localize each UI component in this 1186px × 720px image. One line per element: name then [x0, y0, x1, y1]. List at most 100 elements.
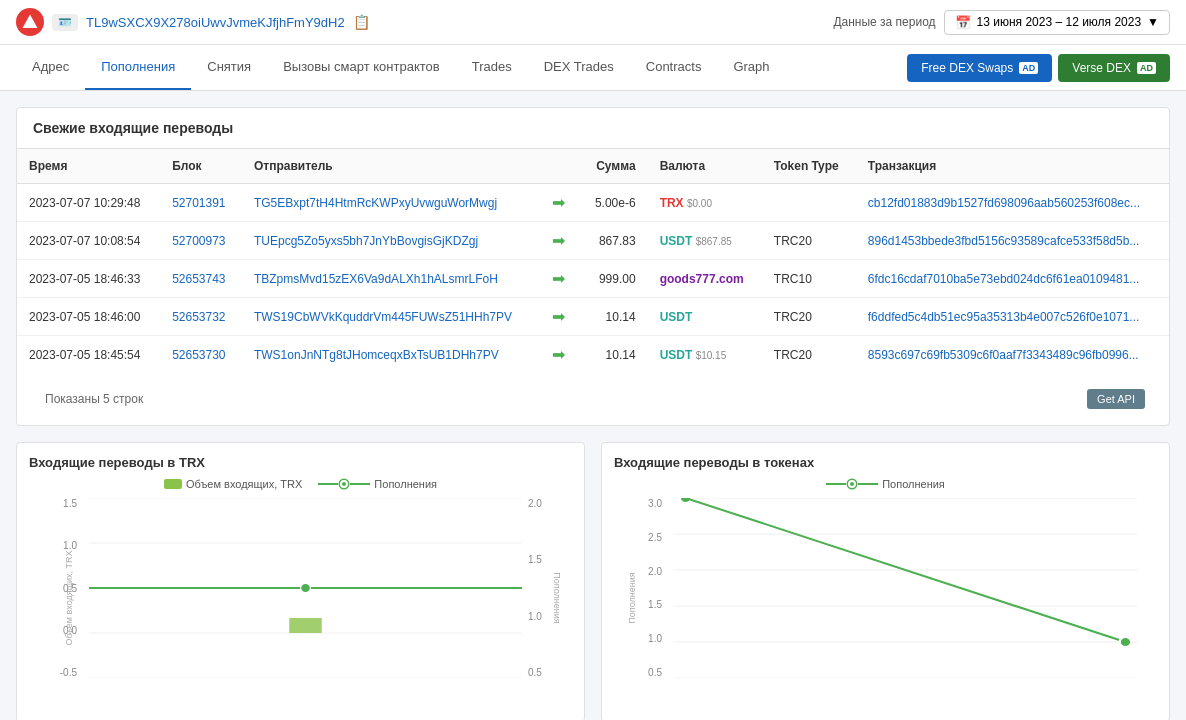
- cell-sender: TWS1onJnNTg8tJHomceqxBxTsUB1DHh7PV: [242, 336, 540, 374]
- header: 🪪 TL9wSXCX9X278oiUwvJvmeKJfjhFmY9dH2 📋 Д…: [0, 0, 1186, 45]
- legend-line-seg2: [350, 483, 370, 485]
- table-row: 2023-07-07 10:08:54 52700973 TUEpcg5Zo5y…: [17, 222, 1169, 260]
- cell-arrow: ➡: [540, 260, 579, 298]
- tab-smart-contracts[interactable]: Вызовы смарт контрактов: [267, 45, 456, 90]
- col-amount: Сумма: [579, 149, 647, 184]
- col-tx: Транзакция: [856, 149, 1169, 184]
- legend-line-label: Пополнения: [374, 478, 437, 490]
- cell-token-type: TRC10: [762, 260, 856, 298]
- tab-adres[interactable]: Адрес: [16, 45, 85, 90]
- date-range-button[interactable]: 📅 13 июня 2023 – 12 июля 2023 ▼: [944, 10, 1170, 35]
- logo-icon: [16, 8, 44, 36]
- tokens-chart-svg: [674, 498, 1137, 678]
- chart-trx-box: Входящие переводы в TRX Объем входящих, …: [16, 442, 585, 720]
- tab-contracts[interactable]: Contracts: [630, 45, 718, 90]
- cell-time: 2023-07-07 10:29:48: [17, 184, 160, 222]
- cell-sender: TG5EBxpt7tH4HtmRcKWPxyUvwguWorMwgj: [242, 184, 540, 222]
- free-dex-badge: AD: [1019, 62, 1038, 74]
- cell-currency: USDT $10.15: [648, 336, 762, 374]
- sender-link[interactable]: TWS19CbWVkKquddrVm445FUWsZ51HHh7PV: [254, 310, 512, 324]
- tx-link[interactable]: 6fdc16cdaf7010ba5e73ebd024dc6f61ea010948…: [868, 272, 1140, 286]
- sender-link[interactable]: TBZpmsMvd15zEX6Va9dALXh1hALsmrLFoH: [254, 272, 498, 286]
- y-tok-2.5: 2.5: [648, 532, 662, 543]
- y-tok-1.0: 1.0: [648, 633, 662, 644]
- cell-time: 2023-07-07 10:08:54: [17, 222, 160, 260]
- verse-dex-label: Verse DEX: [1072, 61, 1131, 75]
- cell-block: 52700973: [160, 222, 242, 260]
- legend-bar-item: Объем входящих, TRX: [164, 478, 302, 490]
- y-axis-right-label: Пополнения: [551, 572, 561, 623]
- legend-line-seg: [318, 483, 338, 485]
- table-row: 2023-07-07 10:29:48 52701391 TG5EBxpt7tH…: [17, 184, 1169, 222]
- tx-link[interactable]: cb12fd01883d9b1527fd698096aab560253f608e…: [868, 196, 1140, 210]
- y-right-2.0: 2.0: [528, 498, 542, 509]
- legend-tokens-line-label: Пополнения: [882, 478, 945, 490]
- cell-time: 2023-07-05 18:45:54: [17, 336, 160, 374]
- svg-point-18: [1120, 637, 1132, 647]
- block-link[interactable]: 52653743: [172, 272, 225, 286]
- col-block: Блок: [160, 149, 242, 184]
- arrow-right-icon: ➡: [552, 270, 565, 287]
- legend-line-icon: [318, 480, 370, 488]
- free-dex-swaps-button[interactable]: Free DEX Swaps AD: [907, 54, 1052, 82]
- arrow-right-icon: ➡: [552, 232, 565, 249]
- tab-popolneniya[interactable]: Пополнения: [85, 45, 191, 90]
- legend-line-item: Пополнения: [318, 478, 437, 490]
- block-link[interactable]: 52653732: [172, 310, 225, 324]
- table-row: 2023-07-05 18:45:54 52653730 TWS1onJnNTg…: [17, 336, 1169, 374]
- tab-snyatiya[interactable]: Снятия: [191, 45, 267, 90]
- y-axis-tokens-label: Пополнения: [627, 572, 637, 623]
- copy-icon[interactable]: 📋: [353, 14, 370, 30]
- cell-currency: TRX $0.00: [648, 184, 762, 222]
- y-tok-3.0: 3.0: [648, 498, 662, 509]
- y-axis-left-label: Объем входящих, TRX: [64, 550, 74, 645]
- cell-amount: 10.14: [579, 298, 647, 336]
- get-api-button[interactable]: Get API: [1087, 389, 1145, 409]
- calendar-icon: 📅: [955, 15, 971, 30]
- currency-label: goods777.com: [660, 272, 744, 286]
- cell-tx: cb12fd01883d9b1527fd698096aab560253f608e…: [856, 184, 1169, 222]
- tx-link[interactable]: f6ddfed5c4db51ec95a35313b4e007c526f0e107…: [868, 310, 1140, 324]
- col-arrow: [540, 149, 579, 184]
- cell-tx: 6fdc16cdaf7010ba5e73ebd024dc6f61ea010948…: [856, 260, 1169, 298]
- block-link[interactable]: 52700973: [172, 234, 225, 248]
- cell-amount: 867.83: [579, 222, 647, 260]
- legend-tokens-line-seg2: [858, 483, 878, 485]
- id-badge: 🪪: [52, 14, 78, 31]
- cell-block: 52653732: [160, 298, 242, 336]
- table-row: 2023-07-05 18:46:33 52653743 TBZpmsMvd15…: [17, 260, 1169, 298]
- sender-link[interactable]: TG5EBxpt7tH4HtmRcKWPxyUvwguWorMwgj: [254, 196, 497, 210]
- legend-tokens-line-seg: [826, 483, 846, 485]
- sender-link[interactable]: TUEpcg5Zo5yxs5bh7JnYbBovgisGjKDZgj: [254, 234, 478, 248]
- tab-dex-trades[interactable]: DEX Trades: [528, 45, 630, 90]
- tab-graph[interactable]: Graph: [717, 45, 785, 90]
- tx-link[interactable]: 896d1453bbede3fbd5156c93589cafce533f58d5…: [868, 234, 1140, 248]
- verse-dex-button[interactable]: Verse DEX AD: [1058, 54, 1170, 82]
- price-sub: $0.00: [687, 198, 712, 209]
- col-currency: Валюта: [648, 149, 762, 184]
- sender-link[interactable]: TWS1onJnNTg8tJHomceqxBxTsUB1DHh7PV: [254, 348, 499, 362]
- cell-token-type: TRC20: [762, 222, 856, 260]
- cell-token-type: TRC20: [762, 336, 856, 374]
- tab-trades[interactable]: Trades: [456, 45, 528, 90]
- cell-arrow: ➡: [540, 298, 579, 336]
- header-right: Данные за период 📅 13 июня 2023 – 12 июл…: [833, 10, 1170, 35]
- arrow-right-icon: ➡: [552, 194, 565, 211]
- header-left: 🪪 TL9wSXCX9X278oiUwvJvmeKJfjhFmY9dH2 📋: [16, 8, 370, 36]
- cell-currency: USDT: [648, 298, 762, 336]
- col-time: Время: [17, 149, 160, 184]
- block-link[interactable]: 52701391: [172, 196, 225, 210]
- cell-block: 52653743: [160, 260, 242, 298]
- nav-tabs: Адрес Пополнения Снятия Вызовы смарт кон…: [0, 45, 1186, 91]
- cell-currency: USDT $867.85: [648, 222, 762, 260]
- cell-token-type: TRC20: [762, 298, 856, 336]
- chart-tokens-title: Входящие переводы в токенах: [614, 455, 1157, 470]
- currency-label: USDT: [660, 348, 693, 362]
- legend-bar-icon: [164, 479, 182, 489]
- charts-row: Входящие переводы в TRX Объем входящих, …: [16, 442, 1170, 720]
- y-left-m0.5: -0.5: [60, 667, 77, 678]
- tx-link[interactable]: 8593c697c69fb5309c6f0aaf7f3343489c96fb09…: [868, 348, 1139, 362]
- block-link[interactable]: 52653730: [172, 348, 225, 362]
- chart-tokens-legend: Пополнения: [614, 478, 1157, 490]
- id-icon: 🪪: [58, 16, 72, 29]
